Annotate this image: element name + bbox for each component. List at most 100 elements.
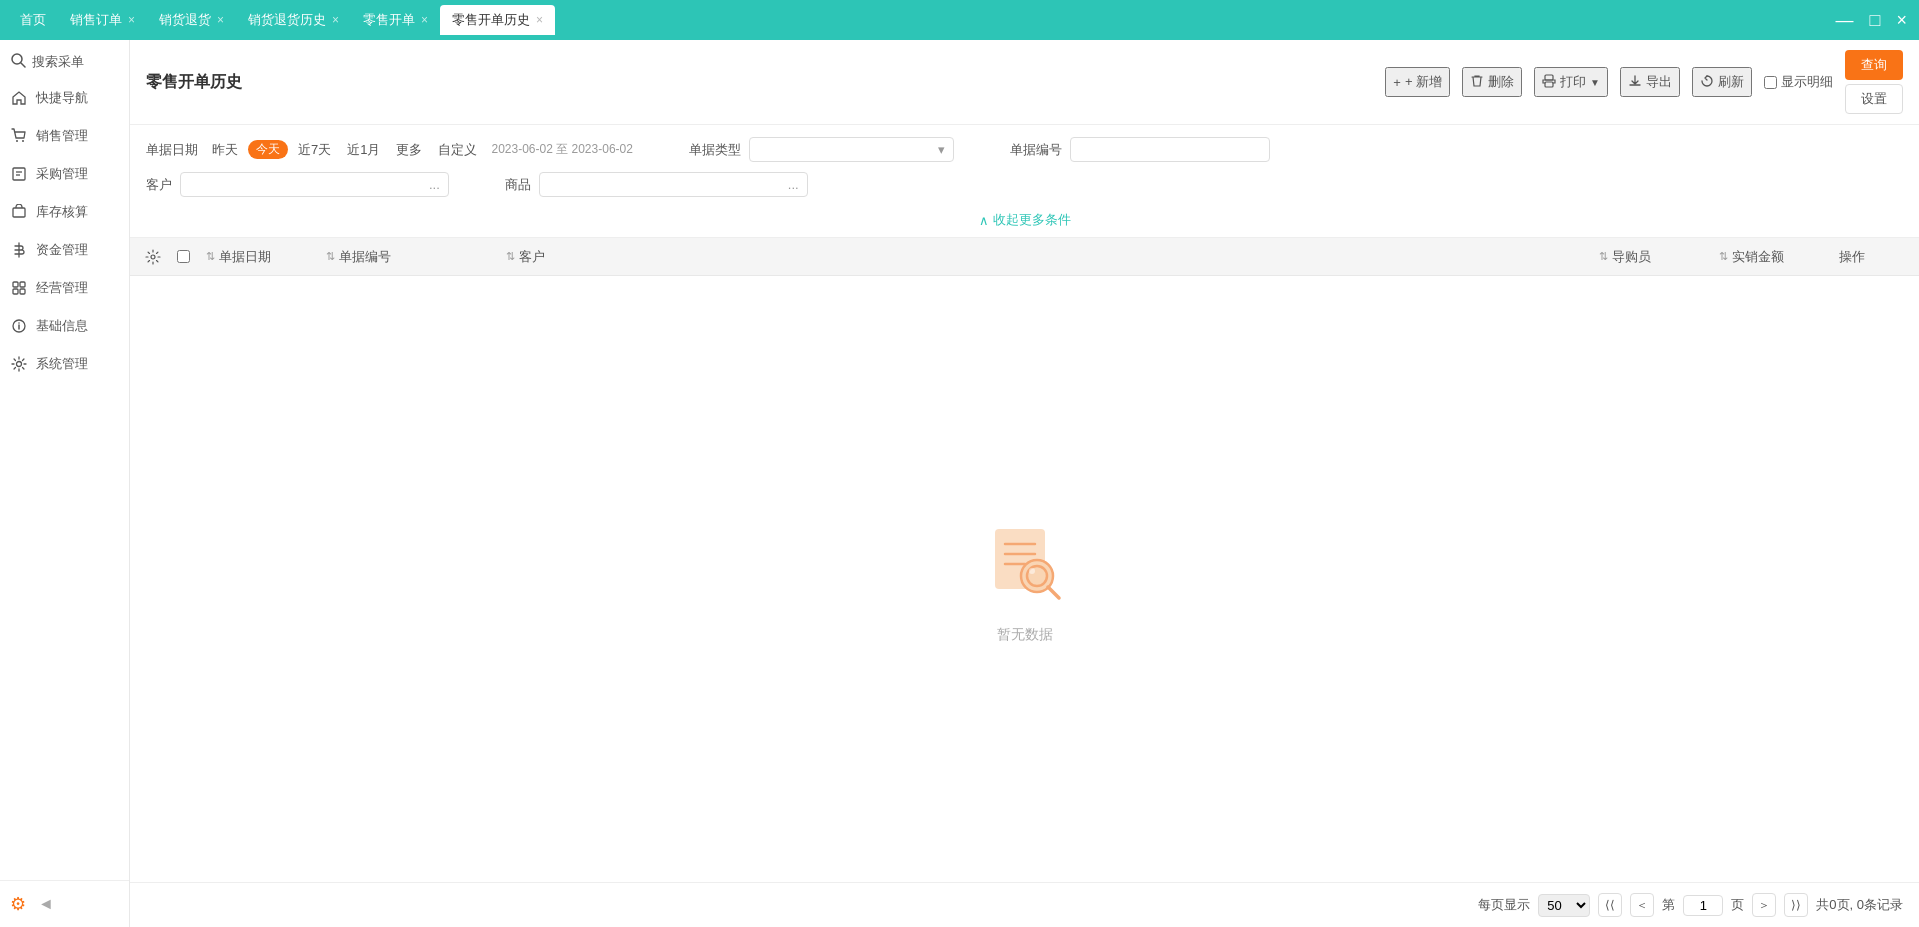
th-date[interactable]: ⇅ 单据日期 <box>198 248 318 266</box>
tab-sales-order-close[interactable]: × <box>128 13 135 27</box>
display-detail-checkbox[interactable]: 显示明细 <box>1764 73 1833 91</box>
sidebar-item-inventory[interactable]: 库存核算 <box>0 193 129 231</box>
order-type-label: 单据类型 <box>689 141 741 159</box>
sidebar-item-sales-label: 销售管理 <box>36 127 88 145</box>
sidebar-item-quick-nav[interactable]: 快捷导航 <box>0 79 129 117</box>
tab-retail-open-label: 零售开单 <box>363 11 415 29</box>
sort-icon: ⇅ <box>206 250 215 263</box>
finance-icon <box>10 241 28 259</box>
svg-line-1 <box>21 63 25 67</box>
date-opt-more[interactable]: 更多 <box>390 139 428 161</box>
sidebar-item-sales-mgmt[interactable]: 销售管理 <box>0 117 129 155</box>
tab-sales-order[interactable]: 销售订单 × <box>58 5 147 35</box>
per-page-select[interactable]: 50 10 20 100 <box>1538 894 1590 917</box>
customer-select[interactable]: ... <box>180 172 449 197</box>
date-opt-yesterday[interactable]: 昨天 <box>206 139 244 161</box>
add-button[interactable]: + + 新增 <box>1385 67 1450 97</box>
refresh-button[interactable]: 刷新 <box>1692 67 1752 97</box>
filter-row-2: 客户 ... 商品 ... <box>146 172 1903 197</box>
th-guide[interactable]: ⇅ 导购员 <box>1591 248 1711 266</box>
tab-home[interactable]: 首页 <box>8 5 58 35</box>
sidebar-item-finance-label: 资金管理 <box>36 241 88 259</box>
first-page-button[interactable]: ⟨⟨ <box>1598 893 1622 917</box>
svg-rect-8 <box>13 282 18 287</box>
select-all-checkbox[interactable] <box>168 250 198 263</box>
order-no-input[interactable] <box>1070 137 1270 162</box>
svg-rect-9 <box>20 282 25 287</box>
sidebar-item-quick-nav-label: 快捷导航 <box>36 89 88 107</box>
tab-retail-history-label: 零售开单历史 <box>452 11 530 29</box>
tab-retail-open-close[interactable]: × <box>421 13 428 27</box>
last-page-button[interactable]: ⟩⟩ <box>1784 893 1808 917</box>
column-settings-button[interactable] <box>138 249 168 265</box>
prev-page-button[interactable]: ＜ <box>1630 893 1654 917</box>
sidebar-item-purchase-label: 采购管理 <box>36 165 88 183</box>
svg-point-2 <box>16 140 18 142</box>
print-dropdown-icon: ▼ <box>1590 77 1600 88</box>
collapse-icon[interactable]: ◄ <box>38 895 54 913</box>
add-icon: + <box>1393 75 1401 90</box>
date-opt-today[interactable]: 今天 <box>248 140 288 159</box>
empty-text: 暂无数据 <box>997 626 1053 644</box>
delete-icon <box>1470 74 1484 91</box>
sidebar-item-basic-info-label: 基础信息 <box>36 317 88 335</box>
toolbar: 零售开单历史 + + 新增 删除 <box>130 40 1919 125</box>
th-customer[interactable]: ⇅ 客户 <box>498 248 1591 266</box>
sort-icon-5: ⇅ <box>1719 250 1728 263</box>
delete-button[interactable]: 删除 <box>1462 67 1522 97</box>
select-all-input[interactable] <box>177 250 190 263</box>
sidebar-item-finance[interactable]: 资金管理 <box>0 231 129 269</box>
tab-sales-return-history[interactable]: 销货退货历史 × <box>236 5 351 35</box>
table-header: ⇅ 单据日期 ⇅ 单据编号 ⇅ 客户 ⇅ 导购员 ⇅ 实销金额 <box>130 238 1919 276</box>
next-page-button[interactable]: ＞ <box>1752 893 1776 917</box>
order-type-select[interactable]: ▾ <box>749 137 954 162</box>
tab-retail-history[interactable]: 零售开单历史 × <box>440 5 555 35</box>
window-minimize[interactable]: — <box>1832 10 1858 31</box>
date-label: 单据日期 <box>146 141 198 159</box>
display-detail-input[interactable] <box>1764 76 1777 89</box>
window-controls: — □ × <box>1832 10 1911 31</box>
date-opt-custom[interactable]: 自定义 <box>432 139 483 161</box>
th-order-no[interactable]: ⇅ 单据编号 <box>318 248 498 266</box>
th-amount[interactable]: ⇅ 实销金额 <box>1711 248 1831 266</box>
top-tab-bar: 首页 销售订单 × 销货退货 × 销货退货历史 × 零售开单 × 零售开单历史 … <box>0 0 1919 40</box>
toolbar-actions: + + 新增 删除 <box>1385 50 1903 114</box>
date-opt-7days[interactable]: 近7天 <box>292 139 337 161</box>
cart-icon <box>10 127 28 145</box>
window-close[interactable]: × <box>1892 10 1911 31</box>
export-button[interactable]: 导出 <box>1620 67 1680 97</box>
sidebar: 搜索采单 快捷导航 销售管理 <box>0 40 130 927</box>
sidebar-item-basic-info[interactable]: 基础信息 <box>0 307 129 345</box>
page-unit: 页 <box>1731 896 1744 914</box>
collapse-button[interactable]: ∧ 收起更多条件 <box>146 207 1903 233</box>
tab-sales-return-close[interactable]: × <box>217 13 224 27</box>
sidebar-item-purchase-mgmt[interactable]: 采购管理 <box>0 155 129 193</box>
content-area: 零售开单历史 + + 新增 删除 <box>130 40 1919 927</box>
svg-rect-7 <box>13 208 25 217</box>
goods-select[interactable]: ... <box>539 172 808 197</box>
sidebar-bottom: ⚙ ◄ <box>0 880 129 927</box>
tab-sales-return-history-close[interactable]: × <box>332 13 339 27</box>
window-maximize[interactable]: □ <box>1866 10 1885 31</box>
tab-sales-return[interactable]: 销货退货 × <box>147 5 236 35</box>
page-label: 第 <box>1662 896 1675 914</box>
tab-retail-history-close[interactable]: × <box>536 13 543 27</box>
chevron-up-icon: ∧ <box>979 213 989 228</box>
settings-icon[interactable]: ⚙ <box>10 893 26 915</box>
sidebar-item-operations[interactable]: 经营管理 <box>0 269 129 307</box>
order-no-label: 单据编号 <box>1010 141 1062 159</box>
sidebar-search[interactable]: 搜索采单 <box>0 40 129 79</box>
purchase-icon <box>10 165 28 183</box>
tab-retail-open[interactable]: 零售开单 × <box>351 5 440 35</box>
filter-settings-button[interactable]: 设置 <box>1845 84 1903 114</box>
sidebar-item-system[interactable]: 系统管理 <box>0 345 129 383</box>
page-input[interactable] <box>1683 895 1723 916</box>
customer-label: 客户 <box>146 176 172 194</box>
query-button[interactable]: 查询 <box>1845 50 1903 80</box>
sidebar-item-operations-label: 经营管理 <box>36 279 88 297</box>
date-opt-1month[interactable]: 近1月 <box>341 139 386 161</box>
search-icon <box>10 52 26 71</box>
svg-rect-16 <box>1545 75 1553 80</box>
svg-point-15 <box>17 362 22 367</box>
print-button[interactable]: 打印 ▼ <box>1534 67 1608 97</box>
